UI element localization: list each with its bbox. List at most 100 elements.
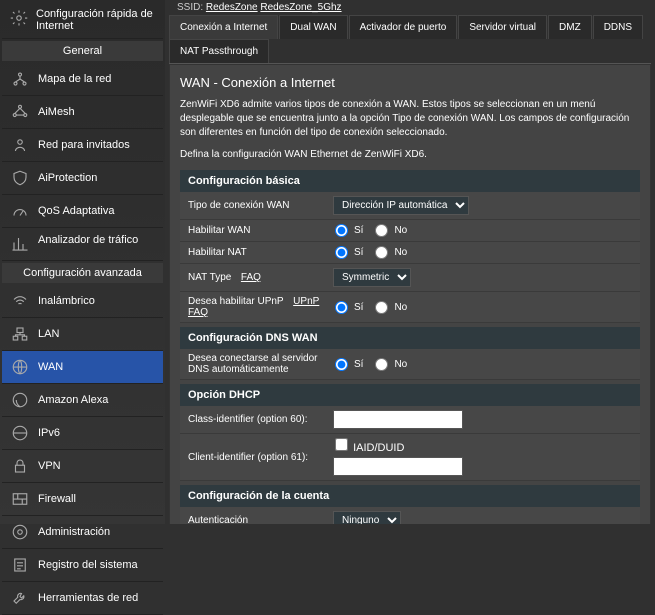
- lock-icon: [10, 456, 30, 476]
- tab-internet-connection[interactable]: Conexión a Internet: [169, 15, 278, 39]
- guest-icon: [10, 135, 30, 155]
- label: Red para invitados: [38, 139, 130, 151]
- label: Herramientas de red: [38, 592, 138, 604]
- label: AiMesh: [38, 106, 75, 118]
- ipv6-icon: [10, 423, 30, 443]
- select-auth[interactable]: Ninguno: [333, 511, 401, 524]
- advanced-header: Configuración avanzada: [2, 263, 163, 283]
- sidebar-network-map[interactable]: Mapa de la red: [2, 63, 163, 96]
- wifi-icon: [10, 291, 30, 311]
- tab-dmz[interactable]: DMZ: [548, 15, 592, 39]
- checkbox-iaid[interactable]: [335, 438, 348, 451]
- chart-icon: [10, 234, 30, 254]
- radio-label-no: No: [394, 247, 407, 258]
- radio-label-yes: Sí: [354, 302, 363, 313]
- label: IPv6: [38, 427, 60, 439]
- section-account: Configuración de la cuenta: [180, 485, 640, 507]
- page-title: WAN - Conexión a Internet: [180, 75, 640, 90]
- section-dns: Configuración DNS WAN: [180, 327, 640, 349]
- radio-label-no: No: [394, 359, 407, 370]
- link-faq[interactable]: FAQ: [241, 272, 261, 283]
- sidebar-alexa[interactable]: Amazon Alexa: [2, 384, 163, 417]
- radio-enable-nat-no[interactable]: [375, 246, 388, 259]
- label-wan-type: Tipo de conexión WAN: [188, 200, 333, 211]
- tab-ddns[interactable]: DDNS: [593, 15, 643, 39]
- select-nat-type[interactable]: Symmetric: [333, 268, 411, 287]
- sidebar-wan[interactable]: WAN: [2, 351, 163, 384]
- sidebar-syslog[interactable]: Registro del sistema: [2, 549, 163, 582]
- sidebar-aiprotection[interactable]: AiProtection: [2, 162, 163, 195]
- label-upnp: Desea habilitar UPnP: [188, 296, 284, 307]
- sidebar-traffic-analyzer[interactable]: Analizador de tráfico: [2, 228, 163, 261]
- ssid-label: SSID:: [177, 2, 203, 13]
- sidebar-admin[interactable]: Administración: [2, 516, 163, 549]
- label-enable-wan: Habilitar WAN: [188, 225, 333, 236]
- label: LAN: [38, 328, 59, 340]
- sidebar-wireless[interactable]: Inalámbrico: [2, 285, 163, 318]
- label: AiProtection: [38, 172, 97, 184]
- globe-icon: [10, 357, 30, 377]
- sidebar-firewall[interactable]: Firewall: [2, 483, 163, 516]
- label: Analizador de tráfico: [38, 234, 138, 246]
- sidebar-aimesh[interactable]: AiMesh: [2, 96, 163, 129]
- radio-label-yes: Sí: [354, 225, 363, 236]
- label-client-id: Client-identifier (option 61):: [188, 452, 333, 463]
- sidebar-guest-network[interactable]: Red para invitados: [2, 129, 163, 162]
- sidebar-quick-setup[interactable]: Configuración rápida de Internet: [2, 2, 163, 39]
- general-header: General: [2, 41, 163, 61]
- tabs: Conexión a Internet Dual WAN Activador d…: [169, 15, 651, 64]
- label: VPN: [38, 460, 61, 472]
- radio-dns-no[interactable]: [375, 358, 388, 371]
- ssid-bar: SSID: RedesZone RedesZone_5Ghz: [169, 0, 651, 15]
- map-icon: [10, 69, 30, 89]
- label: WAN: [38, 361, 63, 373]
- radio-upnp-yes[interactable]: [335, 301, 348, 314]
- radio-enable-wan-no[interactable]: [375, 224, 388, 237]
- label: Registro del sistema: [38, 559, 138, 571]
- tab-dual-wan[interactable]: Dual WAN: [279, 15, 347, 39]
- content: WAN - Conexión a Internet ZenWiFi XD6 ad…: [169, 64, 651, 524]
- section-dhcp: Opción DHCP: [180, 384, 640, 406]
- label: Amazon Alexa: [38, 394, 108, 406]
- tab-nat-passthrough[interactable]: NAT Passthrough: [169, 39, 269, 63]
- input-client-id[interactable]: [333, 457, 463, 476]
- main-panel: SSID: RedesZone RedesZone_5Ghz Conexión …: [165, 0, 655, 524]
- alexa-icon: [10, 390, 30, 410]
- ssid-link-2[interactable]: RedesZone_5Ghz: [260, 2, 341, 13]
- sidebar-nettools[interactable]: Herramientas de red: [2, 582, 163, 615]
- sidebar-ipv6[interactable]: IPv6: [2, 417, 163, 450]
- label-auth: Autenticación: [188, 515, 333, 524]
- sidebar-lan[interactable]: LAN: [2, 318, 163, 351]
- sidebar-qos[interactable]: QoS Adaptativa: [2, 195, 163, 228]
- tab-virtual-server[interactable]: Servidor virtual: [458, 15, 547, 39]
- label-dns-auto: Desea conectarse al servidor DNS automát…: [188, 353, 333, 375]
- input-class-id[interactable]: [333, 410, 463, 429]
- tab-port-trigger[interactable]: Activador de puerto: [349, 15, 458, 39]
- label: Administración: [38, 526, 110, 538]
- sidebar: Configuración rápida de Internet General…: [0, 0, 165, 524]
- ssid-link-1[interactable]: RedesZone: [206, 2, 258, 13]
- radio-enable-nat-yes[interactable]: [335, 246, 348, 259]
- radio-label-yes: Sí: [354, 247, 363, 258]
- radio-upnp-no[interactable]: [375, 301, 388, 314]
- admin-icon: [10, 522, 30, 542]
- label: Configuración rápida de Internet: [36, 8, 155, 32]
- radio-label-yes: Sí: [354, 359, 363, 370]
- log-icon: [10, 555, 30, 575]
- shield-icon: [10, 168, 30, 188]
- page-desc-2: Defina la configuración WAN Ethernet de …: [180, 148, 640, 162]
- label: QoS Adaptativa: [38, 205, 114, 217]
- label-iaid: IAID/DUID: [353, 442, 404, 454]
- radio-label-no: No: [394, 302, 407, 313]
- sidebar-vpn[interactable]: VPN: [2, 450, 163, 483]
- select-wan-type[interactable]: Dirección IP automática: [333, 196, 469, 215]
- label-nat-type: NAT Type: [188, 272, 231, 283]
- radio-enable-wan-yes[interactable]: [335, 224, 348, 237]
- lan-icon: [10, 324, 30, 344]
- label: Firewall: [38, 493, 76, 505]
- section-basic: Configuración básica: [180, 170, 640, 192]
- label: Inalámbrico: [38, 295, 95, 307]
- mesh-icon: [10, 102, 30, 122]
- label-enable-nat: Habilitar NAT: [188, 247, 333, 258]
- radio-dns-yes[interactable]: [335, 358, 348, 371]
